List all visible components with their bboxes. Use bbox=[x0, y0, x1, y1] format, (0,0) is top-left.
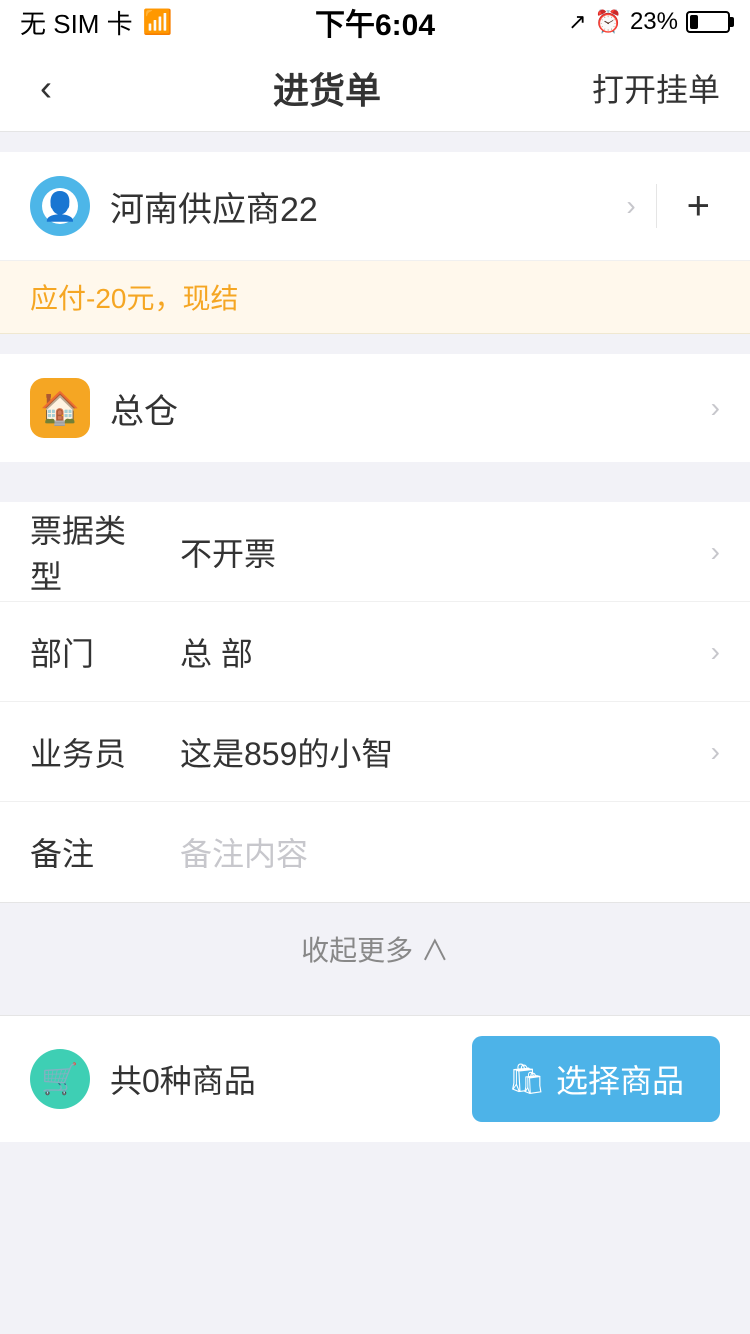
status-carrier: 无 SIM 卡 📶 bbox=[20, 4, 173, 41]
avatar-icon bbox=[42, 188, 78, 224]
supplier-avatar bbox=[30, 176, 90, 236]
supplier-name: 河南供应商22 bbox=[110, 182, 626, 231]
sales-rep-row[interactable]: 业务员 这是859的小智 › bbox=[0, 702, 750, 802]
invoice-type-label: 票据类型 bbox=[30, 506, 150, 598]
warehouse-icon: 🏠 bbox=[40, 389, 80, 427]
section-gap-1 bbox=[0, 132, 750, 152]
invoice-type-row[interactable]: 票据类型 不开票 › bbox=[0, 502, 750, 602]
battery-text: 23% bbox=[630, 8, 678, 36]
notes-row[interactable]: 备注 备注内容 bbox=[0, 802, 750, 902]
nav-bar: ‹ 进货单 打开挂单 bbox=[0, 44, 750, 132]
status-bar: 无 SIM 卡 📶 下午6:04 ↗ ⏰ 23% bbox=[0, 0, 750, 44]
section-gap-2 bbox=[0, 334, 750, 354]
department-label: 部门 bbox=[30, 629, 150, 675]
location-icon: ↗ bbox=[568, 9, 586, 35]
alarm-icon: ⏰ bbox=[595, 9, 622, 35]
notes-placeholder[interactable]: 备注内容 bbox=[150, 829, 720, 875]
status-time: 下午6:04 bbox=[315, 0, 435, 44]
invoice-type-value: 不开票 bbox=[150, 529, 711, 575]
department-chevron-icon: › bbox=[711, 636, 720, 668]
battery-bar bbox=[686, 11, 730, 33]
sales-rep-value: 这是859的小智 bbox=[150, 729, 711, 775]
warehouse-name: 总仓 bbox=[110, 384, 711, 433]
carrier-text: 无 SIM 卡 bbox=[20, 4, 133, 41]
warehouse-icon-wrap: 🏠 bbox=[30, 378, 90, 438]
notes-label: 备注 bbox=[30, 829, 150, 875]
select-product-icon: 🛍 bbox=[508, 1062, 546, 1097]
alert-text: 应付-20元，现结 bbox=[30, 283, 238, 314]
warehouse-chevron-icon: › bbox=[711, 392, 720, 424]
form-section: 票据类型 不开票 › 部门 总 部 › 业务员 这是859的小智 › 备注 备注… bbox=[0, 502, 750, 902]
product-icon-wrap: 🛒 bbox=[30, 1049, 90, 1109]
section-gap-3 bbox=[0, 462, 750, 482]
product-count: 共0种商品 bbox=[110, 1056, 472, 1102]
sales-rep-chevron-icon: › bbox=[711, 736, 720, 768]
warehouse-row[interactable]: 🏠 总仓 › bbox=[0, 354, 750, 462]
collapse-row[interactable]: 收起更多 ∧ bbox=[0, 902, 750, 995]
select-product-label: 选择商品 bbox=[556, 1056, 684, 1102]
select-product-button[interactable]: 🛍 选择商品 bbox=[472, 1036, 720, 1122]
add-supplier-button[interactable]: + bbox=[677, 179, 720, 234]
collapse-label: 收起更多 ∧ bbox=[301, 929, 449, 969]
sales-rep-label: 业务员 bbox=[30, 729, 150, 775]
back-button[interactable]: ‹ bbox=[30, 57, 62, 119]
supplier-row[interactable]: 河南供应商22 › + bbox=[0, 152, 750, 261]
warehouse-section: 🏠 总仓 › bbox=[0, 354, 750, 462]
status-right: ↗ ⏰ 23% bbox=[568, 8, 730, 36]
supplier-section: 河南供应商22 › + 应付-20元，现结 bbox=[0, 152, 750, 334]
divider bbox=[656, 184, 657, 228]
department-row[interactable]: 部门 总 部 › bbox=[0, 602, 750, 702]
product-icon: 🛒 bbox=[41, 1062, 78, 1097]
supplier-chevron-icon: › bbox=[626, 190, 635, 222]
wifi-icon: 📶 bbox=[143, 8, 173, 37]
page-title: 进货单 bbox=[273, 62, 381, 114]
open-pending-button[interactable]: 打开挂单 bbox=[592, 65, 720, 111]
invoice-type-chevron-icon: › bbox=[711, 536, 720, 568]
bottom-bar: 🛒 共0种商品 🛍 选择商品 bbox=[0, 1015, 750, 1142]
alert-banner: 应付-20元，现结 bbox=[0, 261, 750, 334]
battery-fill bbox=[690, 15, 698, 29]
department-value: 总 部 bbox=[150, 629, 711, 675]
